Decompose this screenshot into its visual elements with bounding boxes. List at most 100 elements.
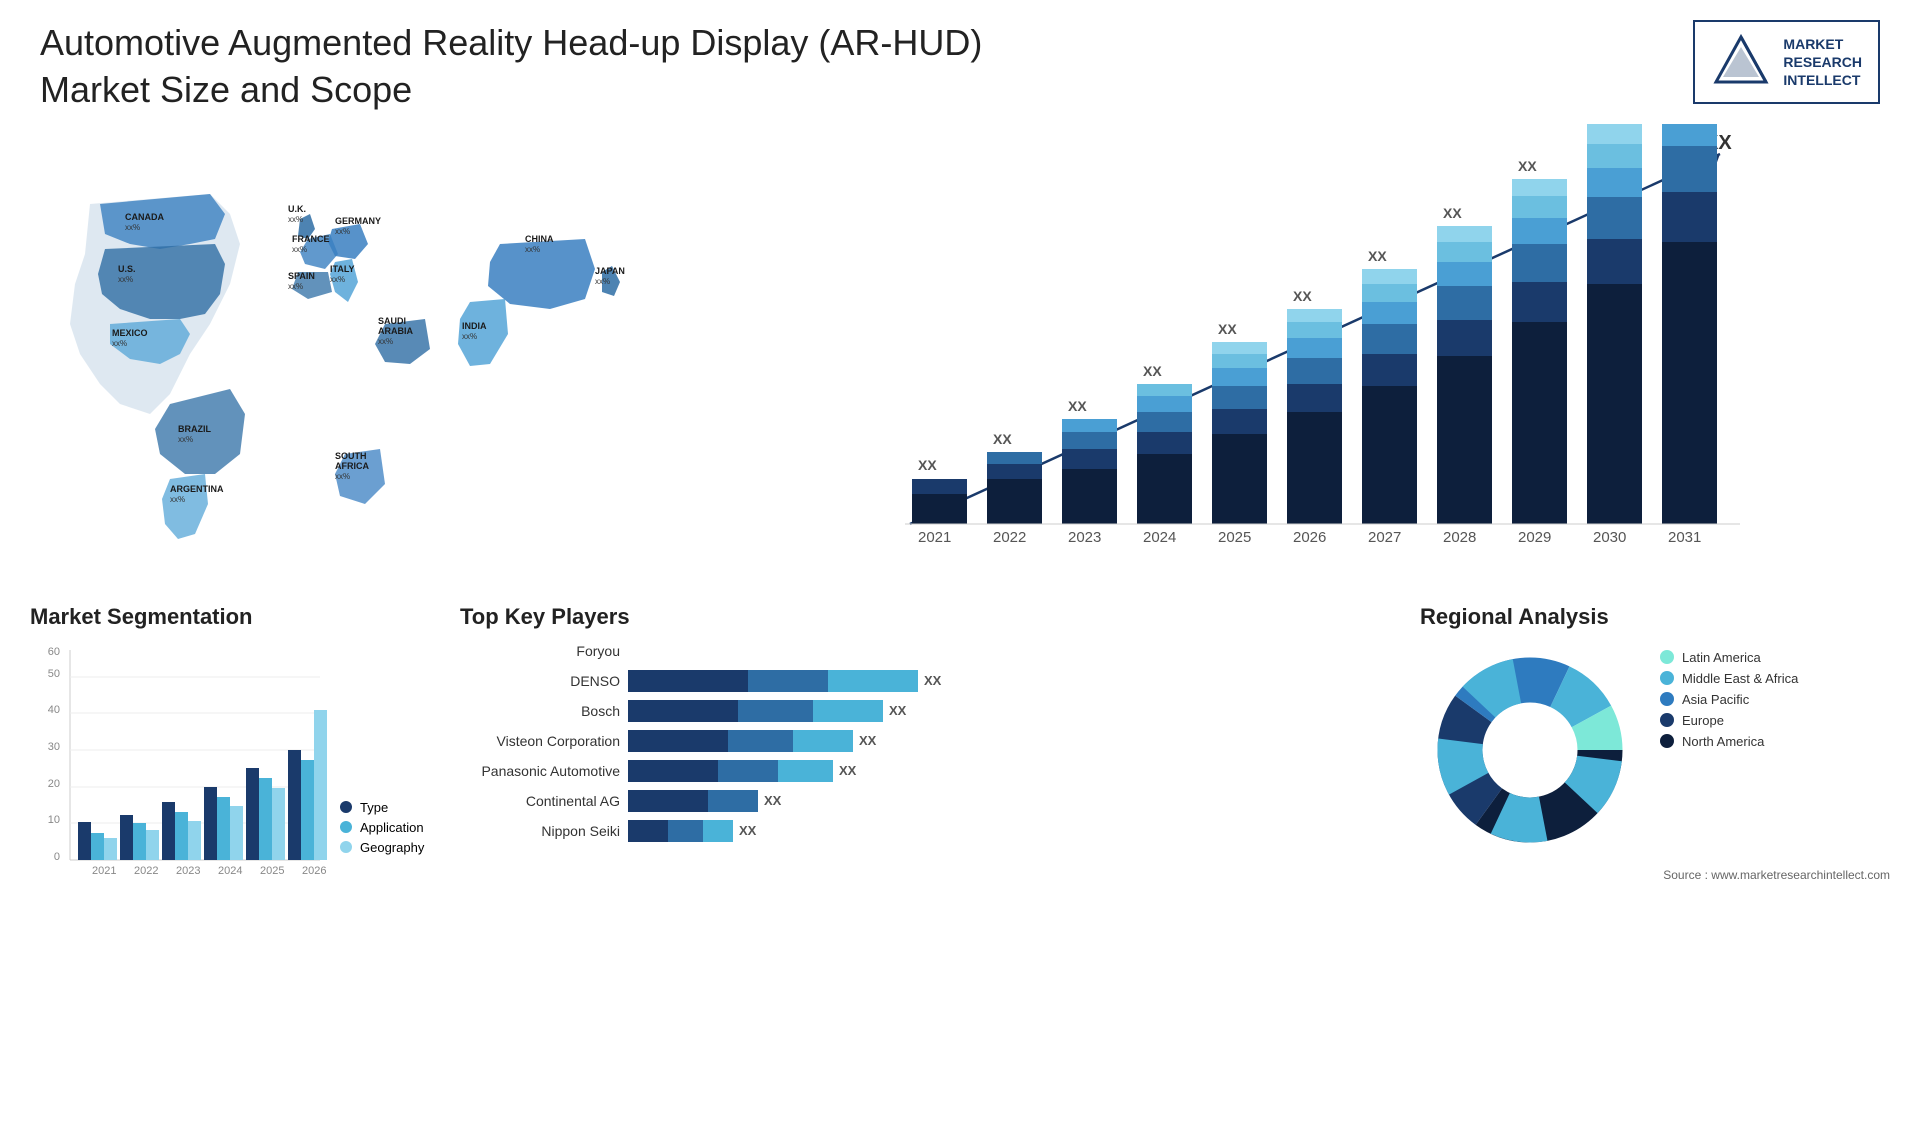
player-row-nippon: Nippon Seiki XX: [460, 820, 1390, 842]
logo: MARKETRESEARCHINTELLECT: [1693, 20, 1880, 104]
svg-text:2027: 2027: [1368, 529, 1401, 546]
title-line1: Automotive Augmented Reality Head-up Dis…: [40, 22, 982, 63]
regional-title: Regional Analysis: [1420, 604, 1900, 630]
regional-legend: Latin America Middle East & Africa Asia …: [1660, 650, 1798, 755]
asia-pacific-dot: [1660, 692, 1674, 706]
svg-text:2025: 2025: [260, 865, 284, 877]
svg-text:xx%: xx%: [335, 227, 350, 236]
segmentation-legend: Type Application Geography: [340, 800, 424, 860]
svg-text:xx%: xx%: [335, 472, 350, 481]
player-xx: XX: [924, 673, 941, 688]
svg-text:2021: 2021: [92, 865, 116, 877]
svg-text:xx%: xx%: [595, 277, 610, 286]
north-america-label: North America: [1682, 734, 1764, 749]
source-line: Source : www.marketresearchintellect.com: [1420, 868, 1900, 882]
brazil-label: BRAZIL: [178, 424, 211, 434]
china-region: [488, 239, 595, 309]
svg-text:20: 20: [48, 778, 60, 790]
japan-label: JAPAN: [595, 266, 625, 276]
player-row-bosch: Bosch XX: [460, 700, 1390, 722]
svg-text:XX: XX: [1068, 398, 1087, 414]
us-label: U.S.: [118, 264, 136, 274]
latin-america-label: Latin America: [1682, 650, 1761, 665]
svg-text:XX: XX: [1518, 158, 1537, 174]
player-bar-wrap: XX: [628, 790, 781, 812]
bar-chart-section: XX XX XX XX XX: [710, 124, 1890, 594]
player-bar-wrap: XX: [628, 670, 941, 692]
player-xx: XX: [739, 823, 756, 838]
player-name: Bosch: [460, 703, 620, 719]
player-row-visteon: Visteon Corporation XX: [460, 730, 1390, 752]
svg-text:ARABIA: ARABIA: [378, 326, 413, 336]
svg-text:2026: 2026: [1293, 529, 1326, 546]
svg-text:xx%: xx%: [170, 495, 185, 504]
svg-text:10: 10: [48, 814, 60, 826]
segmentation-section: Market Segmentation 0 10 20 30 40 50 60: [30, 604, 430, 900]
player-bar-wrap: XX: [628, 760, 856, 782]
donut-chart: [1420, 640, 1640, 860]
logo-icon: [1711, 32, 1771, 92]
canada-label: CANADA: [125, 212, 164, 222]
svg-text:xx%: xx%: [288, 215, 303, 224]
svg-text:AFRICA: AFRICA: [335, 461, 369, 471]
type-label: Type: [360, 800, 388, 815]
svg-text:60: 60: [48, 646, 60, 658]
mexico-label: MEXICO: [112, 328, 148, 338]
svg-text:XX: XX: [1293, 288, 1312, 304]
player-name: DENSO: [460, 673, 620, 689]
europe-label: Europe: [1682, 713, 1724, 728]
svg-text:xx%: xx%: [330, 275, 345, 284]
player-row-foryou: Foryou: [460, 640, 1390, 662]
svg-text:2030: 2030: [1593, 529, 1626, 546]
svg-text:XX: XX: [1218, 321, 1237, 337]
logo-text: MARKETRESEARCHINTELLECT: [1783, 35, 1862, 90]
player-name: Foryou: [460, 643, 620, 659]
svg-text:2022: 2022: [134, 865, 158, 877]
svg-text:2024: 2024: [1143, 529, 1176, 546]
player-bar-wrap: XX: [628, 820, 756, 842]
player-xx: XX: [839, 763, 856, 778]
latin-america-dot: [1660, 650, 1674, 664]
mea-label: Middle East & Africa: [1682, 671, 1798, 686]
page-header: Automotive Augmented Reality Head-up Dis…: [0, 0, 1920, 124]
svg-text:xx%: xx%: [178, 435, 193, 444]
title-line2: Market Size and Scope: [40, 69, 412, 110]
svg-text:2031: 2031: [1668, 529, 1701, 546]
saudi-label: SAUDI: [378, 316, 406, 326]
player-name: Panasonic Automotive: [460, 763, 620, 779]
svg-text:xx%: xx%: [462, 332, 477, 341]
india-label: INDIA: [462, 321, 487, 331]
svg-text:XX: XX: [1368, 248, 1387, 264]
svg-text:xx%: xx%: [118, 275, 133, 284]
france-label: FRANCE: [292, 234, 330, 244]
svg-text:40: 40: [48, 704, 60, 716]
geography-dot: [340, 841, 352, 853]
italy-label: ITALY: [330, 264, 355, 274]
svg-text:2026: 2026: [302, 865, 326, 877]
svg-text:50: 50: [48, 668, 60, 680]
regional-content: Latin America Middle East & Africa Asia …: [1420, 640, 1900, 860]
segmentation-title: Market Segmentation: [30, 604, 430, 630]
svg-text:xx%: xx%: [288, 282, 303, 291]
segmentation-chart: 0 10 20 30 40 50 60 2021: [30, 640, 330, 900]
player-name: Continental AG: [460, 793, 620, 809]
svg-text:2022: 2022: [993, 529, 1026, 546]
svg-text:XX: XX: [918, 457, 937, 473]
svg-text:xx%: xx%: [525, 245, 540, 254]
application-label: Application: [360, 820, 424, 835]
svg-text:2025: 2025: [1218, 529, 1251, 546]
svg-text:2023: 2023: [176, 865, 200, 877]
southafrica-label: SOUTH: [335, 451, 367, 461]
svg-text:XX: XX: [993, 431, 1012, 447]
svg-text:XX: XX: [1443, 205, 1462, 221]
europe-dot: [1660, 713, 1674, 727]
player-bar-wrap: XX: [628, 700, 906, 722]
regional-section: Regional Analysis Latin America: [1420, 604, 1900, 900]
page-title: Automotive Augmented Reality Head-up Dis…: [40, 20, 982, 114]
svg-text:2021: 2021: [918, 529, 951, 546]
player-row-panasonic: Panasonic Automotive XX: [460, 760, 1390, 782]
svg-text:xx%: xx%: [112, 339, 127, 348]
mea-dot: [1660, 671, 1674, 685]
svg-text:2029: 2029: [1518, 529, 1551, 546]
player-name: Visteon Corporation: [460, 733, 620, 749]
